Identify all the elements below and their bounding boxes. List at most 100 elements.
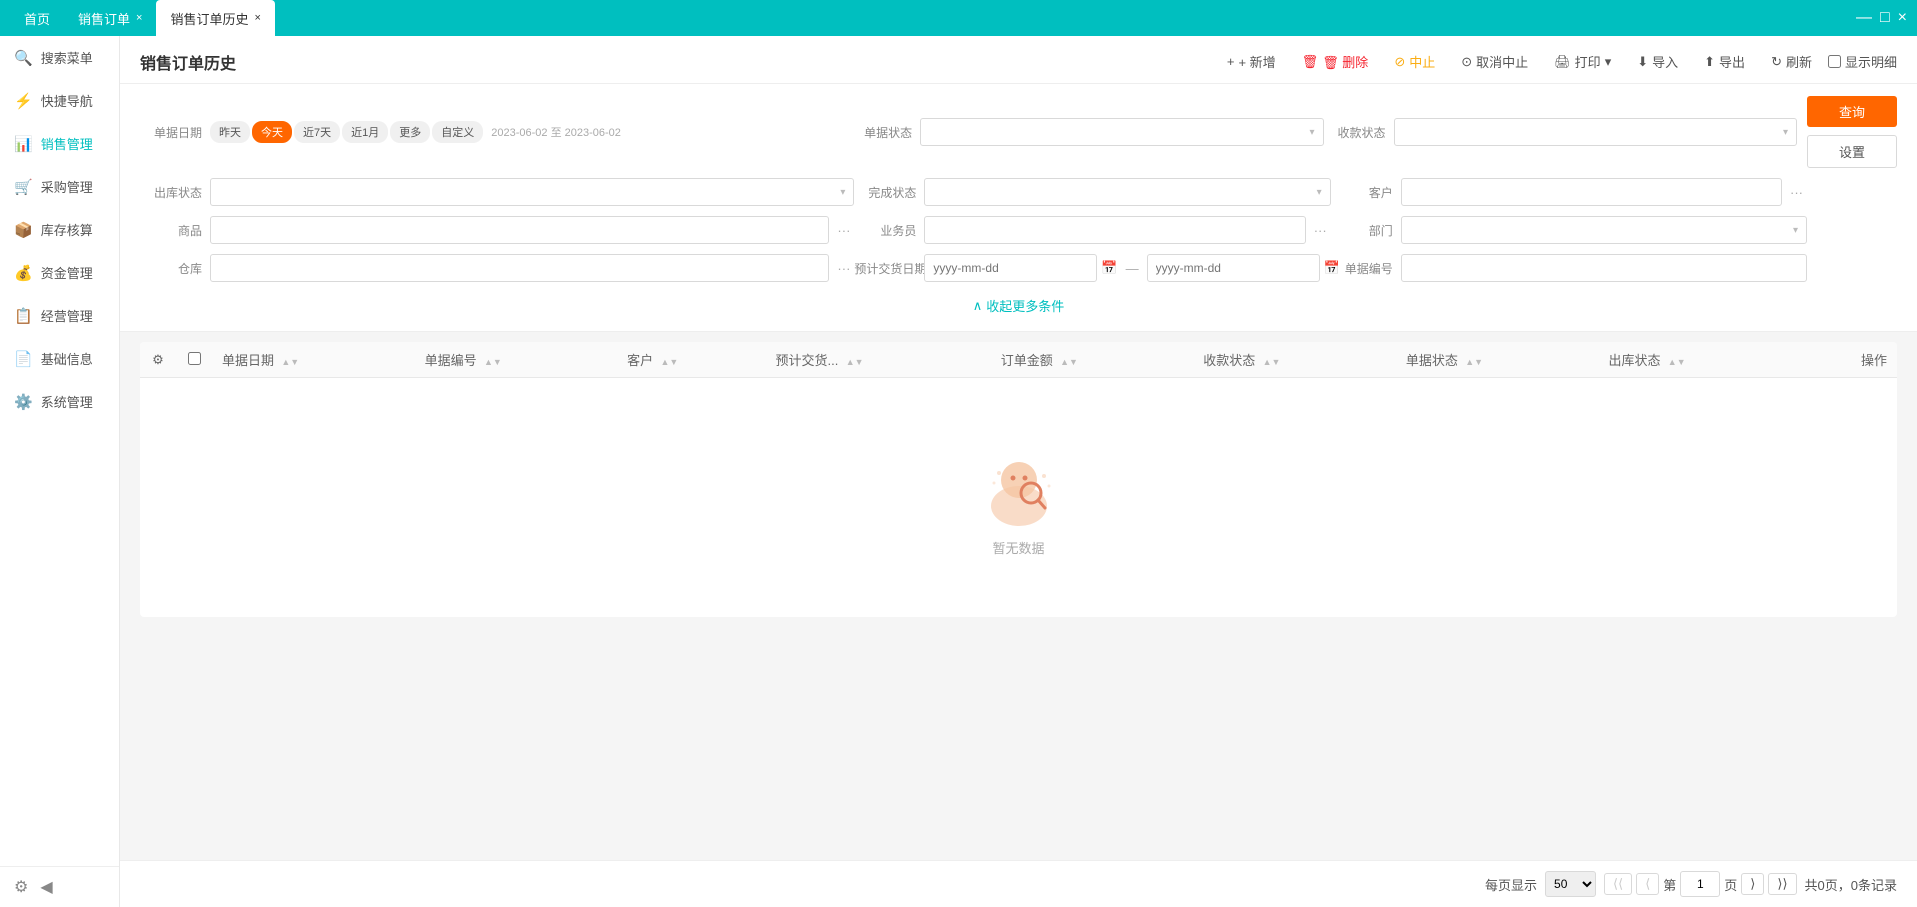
sort-doc-date[interactable]: ▲▼ xyxy=(281,357,299,367)
customer-input[interactable] xyxy=(1401,178,1782,206)
refresh-button[interactable]: ↻ 刷新 xyxy=(1761,48,1822,75)
stop-icon: ⊘ xyxy=(1394,54,1405,70)
collapse-bar[interactable]: ∧ 收起更多条件 xyxy=(140,292,1897,319)
sidebar-item-search[interactable]: 🔍 搜索菜单 xyxy=(0,36,119,79)
add-button[interactable]: + + 新增 xyxy=(1217,48,1286,75)
delete-label: 🗑 删除 xyxy=(1322,52,1368,71)
tab-sales-order[interactable]: 销售订单 × xyxy=(64,0,156,36)
show-detail-checkbox[interactable] xyxy=(1828,55,1841,68)
doc-date-control: 昨天 今天 近7天 近1月 更多 自定义 2023-06-02 至 2023-0… xyxy=(210,121,850,143)
sidebar-expand-icon[interactable]: ◀ xyxy=(40,877,52,897)
date-tag-1month[interactable]: 近1月 xyxy=(342,121,388,143)
query-button[interactable]: 查询 xyxy=(1807,96,1897,127)
settings-button[interactable]: 设置 xyxy=(1807,135,1897,168)
salesperson-input[interactable] xyxy=(924,216,1305,244)
calendar-start-icon[interactable]: 📅 xyxy=(1101,260,1117,276)
doc-number-input[interactable] xyxy=(1401,254,1807,282)
filter-doc-status: 单据状态 ▾ xyxy=(850,118,1323,146)
prev-page-btn[interactable]: ⟨ xyxy=(1636,873,1659,895)
product-input[interactable] xyxy=(210,216,829,244)
sidebar-item-operations[interactable]: 📋 经营管理 xyxy=(0,294,119,337)
table-header-row: ⚙ 单据日期 ▲▼ 单据编号 ▲▼ xyxy=(140,342,1897,378)
tab-sales-order-close[interactable]: × xyxy=(136,12,142,24)
sort-warehouse-status[interactable]: ▲▼ xyxy=(1668,357,1686,367)
page-number-input[interactable] xyxy=(1680,871,1720,897)
date-tag-yesterday[interactable]: 昨天 xyxy=(210,121,250,143)
delivery-date-start[interactable] xyxy=(924,254,1097,282)
sidebar-item-operations-label: 经营管理 xyxy=(41,306,93,325)
filter-product: 商品 ··· xyxy=(140,216,854,244)
warehouse-dots[interactable]: ··· xyxy=(833,261,854,276)
date-tag-7days[interactable]: 近7天 xyxy=(294,121,340,143)
import-label: 导入 xyxy=(1652,52,1678,71)
th-amount: 订单金额 ▲▼ xyxy=(991,342,1194,378)
tab-sales-history[interactable]: 销售订单历史 × xyxy=(156,0,274,36)
purchase-icon: 🛒 xyxy=(14,178,33,196)
per-page-select[interactable]: 50 10 20 100 xyxy=(1545,871,1596,897)
collapse-up-icon: ∧ xyxy=(973,298,983,314)
table-settings-icon[interactable]: ⚙ xyxy=(152,352,164,367)
completion-status-select[interactable]: ▾ xyxy=(924,178,1330,206)
doc-status-select[interactable]: ▾ xyxy=(920,118,1323,146)
tab-sales-order-label: 销售订单 xyxy=(78,9,130,28)
print-label: 打印 xyxy=(1575,52,1601,71)
warehouse-control: ··· xyxy=(210,254,854,282)
filter-doc-date: 单据日期 昨天 今天 近7天 近1月 更多 自定义 2023-06-02 至 2… xyxy=(140,121,850,143)
cancel-stop-button[interactable]: ⊙ 取消中止 xyxy=(1451,48,1538,75)
sort-doc-number[interactable]: ▲▼ xyxy=(484,357,502,367)
customer-dots[interactable]: ··· xyxy=(1786,185,1807,200)
table-settings-col[interactable]: ⚙ xyxy=(140,342,176,378)
payment-status-select[interactable]: ▾ xyxy=(1394,118,1797,146)
sidebar-item-sales[interactable]: 📊 销售管理 xyxy=(0,122,119,165)
product-control: ··· xyxy=(210,216,854,244)
filter-warehouse-status: 出库状态 ▾ xyxy=(140,178,854,206)
salesperson-dots[interactable]: ··· xyxy=(1310,223,1331,238)
department-select[interactable]: ▾ xyxy=(1401,216,1807,244)
sort-customer[interactable]: ▲▼ xyxy=(661,357,679,367)
product-dots[interactable]: ··· xyxy=(833,223,854,238)
sidebar-item-system-label: 系统管理 xyxy=(41,392,93,411)
completion-status-control: ▾ xyxy=(924,178,1330,206)
last-page-btn[interactable]: ⟩⟩ xyxy=(1768,873,1796,895)
minimize-icon[interactable]: — xyxy=(1856,9,1872,27)
import-button[interactable]: ⬇ 导入 xyxy=(1627,48,1688,75)
tab-home[interactable]: 首页 xyxy=(10,0,64,36)
per-page-label: 每页显示 xyxy=(1485,875,1537,894)
sidebar-item-basic-info[interactable]: 📄 基础信息 xyxy=(0,337,119,380)
system-icon: ⚙️ xyxy=(14,393,33,411)
date-tag-more[interactable]: 更多 xyxy=(390,121,430,143)
sort-amount[interactable]: ▲▼ xyxy=(1060,357,1078,367)
warehouse-status-select[interactable]: ▾ xyxy=(210,178,854,206)
window-close-icon[interactable]: × xyxy=(1898,9,1907,27)
delivery-date-end[interactable] xyxy=(1147,254,1320,282)
warehouse-input[interactable] xyxy=(210,254,829,282)
sidebar-item-quicknav[interactable]: ⚡ 快捷导航 xyxy=(0,79,119,122)
maximize-icon[interactable]: □ xyxy=(1880,9,1890,27)
next-page-btn[interactable]: ⟩ xyxy=(1741,873,1764,895)
date-range-text: 2023-06-02 至 2023-06-02 xyxy=(491,124,621,140)
date-tag-today[interactable]: 今天 xyxy=(252,121,292,143)
sidebar-item-purchase[interactable]: 🛒 采购管理 xyxy=(0,165,119,208)
sort-payment-status[interactable]: ▲▼ xyxy=(1263,357,1281,367)
sidebar-item-inventory[interactable]: 📦 库存核算 xyxy=(0,208,119,251)
first-page-btn[interactable]: ⟨⟨ xyxy=(1604,873,1632,895)
show-detail-toggle[interactable]: 显示明细 xyxy=(1828,52,1897,71)
stop-button[interactable]: ⊘ 中止 xyxy=(1384,48,1445,75)
sidebar-item-system[interactable]: ⚙️ 系统管理 xyxy=(0,380,119,423)
th-warehouse-status: 出库状态 ▲▼ xyxy=(1598,342,1801,378)
sort-delivery[interactable]: ▲▼ xyxy=(846,357,864,367)
date-tag-custom[interactable]: 自定义 xyxy=(432,121,483,143)
tab-sales-history-close[interactable]: × xyxy=(254,12,260,24)
table-checkbox-col[interactable] xyxy=(176,342,212,378)
print-button[interactable]: 🖨 打印 ▾ xyxy=(1544,48,1621,75)
salesperson-control: ··· xyxy=(924,216,1330,244)
delete-button[interactable]: 🗑 🗑 删除 xyxy=(1292,48,1379,75)
select-all-checkbox[interactable] xyxy=(188,352,201,365)
window-controls: — □ × xyxy=(1856,9,1907,27)
sidebar-item-finance[interactable]: 💰 资金管理 xyxy=(0,251,119,294)
export-label: 导出 xyxy=(1719,52,1745,71)
sort-doc-status[interactable]: ▲▼ xyxy=(1465,357,1483,367)
sidebar-settings-icon[interactable]: ⚙ xyxy=(14,877,28,897)
export-button[interactable]: ⬆ 导出 xyxy=(1694,48,1755,75)
sidebar-item-quicknav-label: 快捷导航 xyxy=(41,91,93,110)
